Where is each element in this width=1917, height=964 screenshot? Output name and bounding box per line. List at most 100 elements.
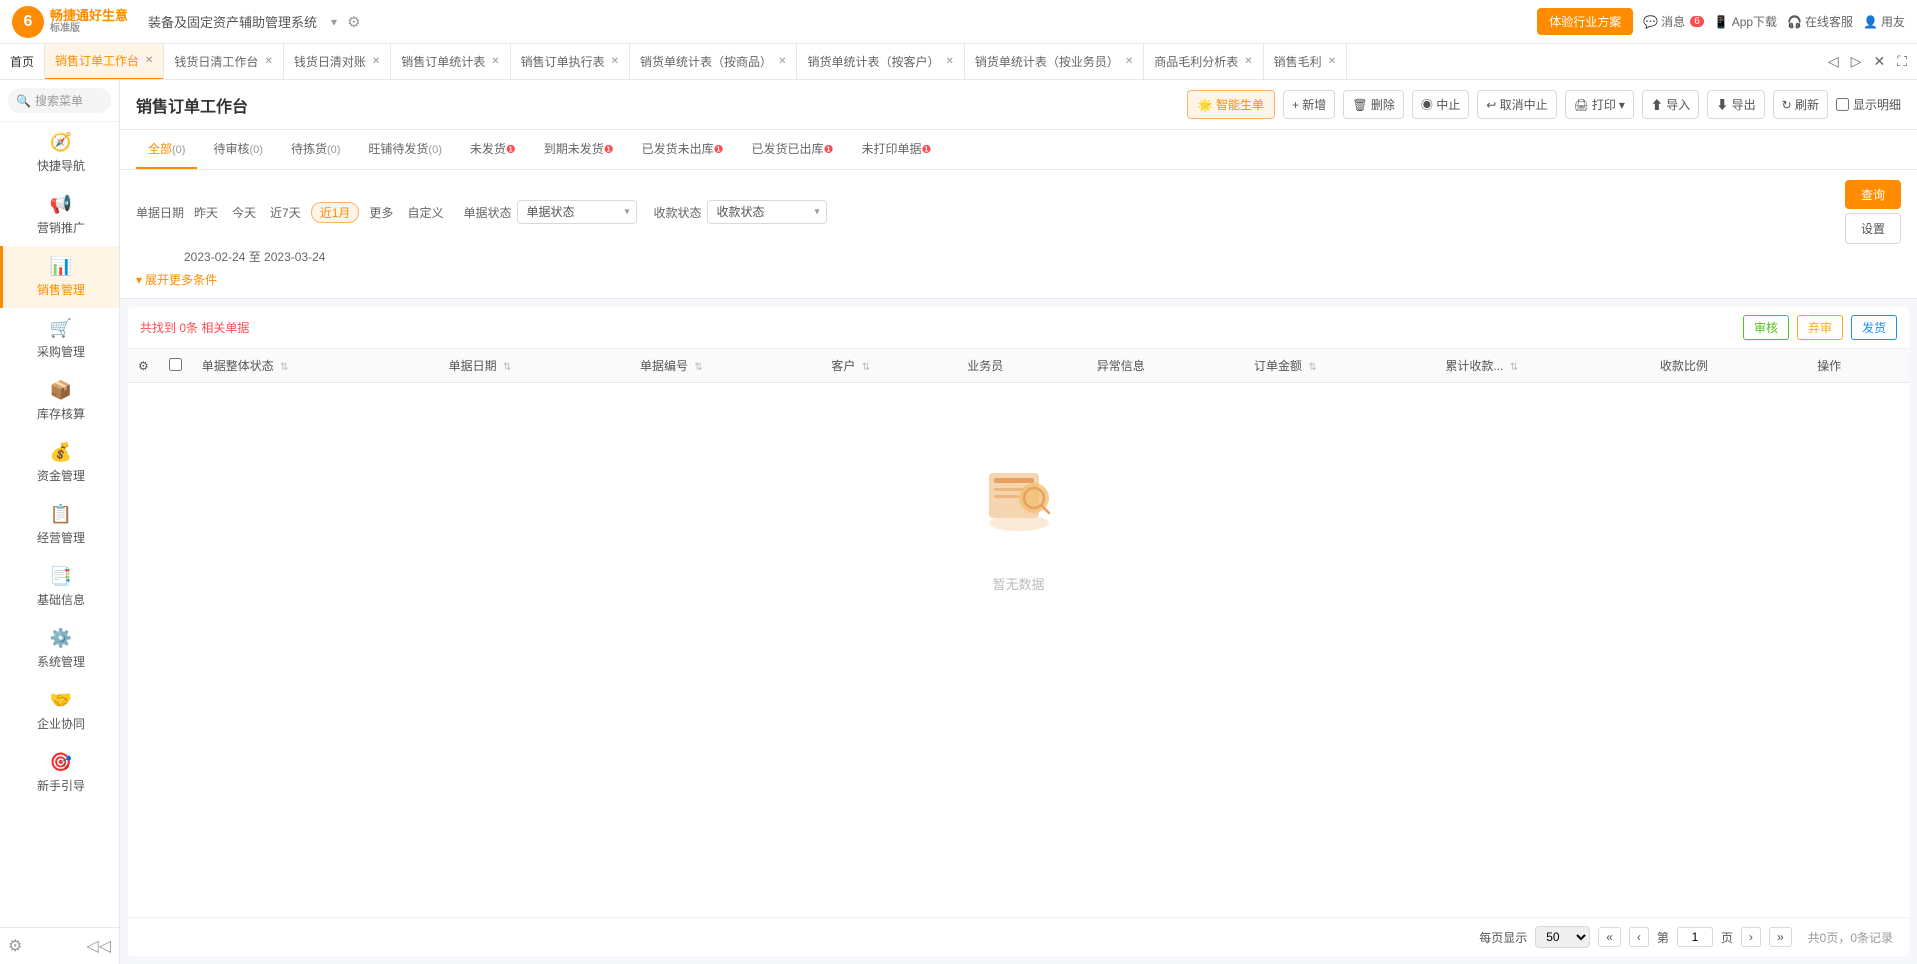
tab-close-icon[interactable]: ✕ (778, 56, 786, 67)
settings-icon[interactable]: ⚙ (347, 13, 360, 31)
tab-close-icon[interactable]: ✕ (1125, 56, 1133, 67)
settings-bottom-icon[interactable]: ⚙ (8, 936, 22, 956)
col-staff[interactable]: 业务员 (957, 349, 1087, 383)
date-btn-yesterday[interactable]: 昨天 (190, 202, 222, 223)
tab-close-icon[interactable]: ✕ (145, 55, 153, 66)
tab-close-icon[interactable]: ✕ (372, 56, 380, 67)
date-btn-today[interactable]: 今天 (228, 202, 260, 223)
search-menu-btn[interactable]: 🔍 搜索菜单 (8, 88, 111, 113)
last-page-btn[interactable]: » (1769, 927, 1792, 947)
status-select[interactable]: 单据状态 (517, 200, 637, 224)
per-page-select[interactable]: 50 10 20 100 (1535, 926, 1590, 948)
tab-close-icon[interactable]: ✕ (264, 56, 272, 67)
tab-sales-stat-customer[interactable]: 销货单统计表（按客户） ✕ (797, 44, 964, 80)
sub-tab-not-shipped[interactable]: 未发货❶ (458, 130, 528, 169)
tab-close-icon[interactable]: ✕ (945, 56, 953, 67)
tab-scroll-right[interactable]: ▷ (1847, 51, 1866, 72)
show-detail-input[interactable] (1836, 98, 1849, 111)
sidebar-item-system[interactable]: ⚙️ 系统管理 (0, 618, 119, 680)
date-btn-7days[interactable]: 近7天 (266, 202, 305, 223)
sidebar-item-purchase[interactable]: 🛒 采购管理 (0, 308, 119, 370)
delete-btn[interactable]: 🗑 删除 (1343, 90, 1404, 119)
tab-home[interactable]: 首页 (0, 44, 45, 80)
print-btn[interactable]: 🖨 打印 ▾ (1565, 90, 1634, 119)
tab-close-icon[interactable]: ✕ (1328, 56, 1336, 67)
col-overall-status[interactable]: 单据整体状态 ⇅ (192, 349, 439, 383)
sub-tab-pending-inspect[interactable]: 待拣货(0) (279, 130, 352, 169)
expand-filter-btn[interactable]: ▾ 展开更多条件 (136, 271, 1901, 288)
sidebar-item-operations[interactable]: 📋 经营管理 (0, 494, 119, 556)
sub-tab-pending-review[interactable]: 待审核(0) (201, 130, 274, 169)
date-btn-custom[interactable]: 自定义 (403, 202, 447, 223)
sidebar-item-finance[interactable]: 💰 资金管理 (0, 432, 119, 494)
online-service-action[interactable]: 🎧 在线客服 (1787, 13, 1853, 30)
settings-btn[interactable]: 设置 (1845, 213, 1901, 244)
date-btn-1month[interactable]: 近1月 (311, 202, 360, 223)
sidebar-item-corp[interactable]: 🤝 企业协同 (0, 680, 119, 742)
deliver-btn[interactable]: 发货 (1851, 315, 1897, 340)
col-amount[interactable]: 订单金额 ⇅ (1244, 349, 1435, 383)
sidebar-search-area[interactable]: 🔍 搜索菜单 (0, 80, 119, 122)
sidebar-item-marketing[interactable]: 📢 营销推广 (0, 184, 119, 246)
industry-btn[interactable]: 体验行业方案 (1537, 8, 1633, 35)
export-btn[interactable]: ⬇ 导出 (1707, 90, 1764, 119)
page-number-input[interactable] (1677, 927, 1713, 947)
tab-close-icon[interactable]: ✕ (1244, 56, 1252, 67)
unaudit-btn[interactable]: 弃审 (1797, 315, 1843, 340)
dropdown-icon[interactable]: ▾ (331, 15, 337, 29)
sidebar-item-basics[interactable]: 📑 基础信息 (0, 556, 119, 618)
add-btn[interactable]: + 新增 (1283, 90, 1335, 119)
col-collect-ratio[interactable]: 收款比例 (1650, 349, 1807, 383)
sub-tab-overdue[interactable]: 到期未发货❶ (532, 130, 626, 169)
message-action[interactable]: 💬 消息 6 (1643, 13, 1704, 30)
sidebar-item-inventory[interactable]: 📦 库存核算 (0, 370, 119, 432)
refresh-btn[interactable]: ↻ 刷新 (1773, 90, 1828, 119)
sub-tab-not-printed[interactable]: 未打印单据❶ (849, 130, 943, 169)
tab-sales-stat-product[interactable]: 销货单统计表（按商品） ✕ (630, 44, 797, 80)
col-collected[interactable]: 累计收款... ⇅ (1435, 349, 1649, 383)
sub-tab-wangpu[interactable]: 旺铺待发货(0) (356, 130, 453, 169)
col-settings[interactable]: ⚙ (128, 349, 159, 383)
collapse-sidebar-icon[interactable]: ◁◁ (86, 936, 111, 956)
sub-tab-shipped-not-out[interactable]: 已发货未出库❶ (630, 130, 736, 169)
audit-btn[interactable]: 审核 (1743, 315, 1789, 340)
tab-close-icon[interactable]: ✕ (491, 56, 499, 67)
tab-close-all-icon[interactable]: ✕ (1869, 51, 1889, 72)
sidebar-item-sales[interactable]: 📊 销售管理 (0, 246, 119, 308)
tab-cash-reconcile[interactable]: 钱货日清对账 ✕ (284, 44, 391, 80)
first-page-btn[interactable]: « (1598, 927, 1621, 947)
show-detail-checkbox[interactable]: 显示明细 (1836, 96, 1901, 113)
tab-sales-stat-staff[interactable]: 销货单统计表（按业务员） ✕ (965, 44, 1144, 80)
user-action[interactable]: 👤 用友 (1863, 13, 1905, 30)
select-all-checkbox[interactable] (169, 358, 182, 371)
sidebar-item-quick-nav[interactable]: 🧭 快捷导航 (0, 122, 119, 184)
smart-create-btn[interactable]: 🌟 智能生单 (1187, 90, 1275, 119)
cancel-stop-btn[interactable]: ↩ 取消中止 (1477, 90, 1556, 119)
sidebar-item-guide[interactable]: 🎯 新手引导 (0, 742, 119, 804)
col-customer[interactable]: 客户 ⇅ (821, 349, 957, 383)
tab-maximize-icon[interactable]: ⛶ (1893, 51, 1911, 72)
col-abnormal[interactable]: 异常信息 (1087, 349, 1244, 383)
tab-scroll-left[interactable]: ◁ (1824, 51, 1843, 72)
tab-sales-order-workbench[interactable]: 销售订单工作台 ✕ (45, 44, 164, 80)
tab-cash-daily[interactable]: 钱货日清工作台 ✕ (164, 44, 283, 80)
table-scroll[interactable]: ⚙ 单据整体状态 ⇅ 单据日期 ⇅ 单据编号 (128, 349, 1909, 917)
payment-select[interactable]: 收款状态 (707, 200, 827, 224)
tab-product-margin[interactable]: 商品毛利分析表 ✕ (1144, 44, 1263, 80)
col-date[interactable]: 单据日期 ⇅ (439, 349, 630, 383)
tab-sales-order-exec[interactable]: 销售订单执行表 ✕ (511, 44, 630, 80)
import-btn[interactable]: ⬆ 导入 (1642, 90, 1699, 119)
stop-btn[interactable]: ◉ 中止 (1412, 90, 1469, 119)
next-page-btn[interactable]: › (1741, 927, 1761, 947)
prev-page-btn[interactable]: ‹ (1629, 927, 1649, 947)
tab-close-icon[interactable]: ✕ (611, 56, 619, 67)
query-btn[interactable]: 查询 (1845, 180, 1901, 209)
col-checkbox[interactable] (159, 349, 192, 383)
app-download-action[interactable]: 📱 App下载 (1714, 13, 1777, 30)
tab-sales-order-stat[interactable]: 销售订单统计表 ✕ (391, 44, 510, 80)
col-number[interactable]: 单据编号 ⇅ (630, 349, 821, 383)
tab-sales-gross[interactable]: 销售毛利 ✕ (1264, 44, 1347, 80)
date-btn-more[interactable]: 更多 (365, 202, 397, 223)
sub-tab-shipped-out[interactable]: 已发货已出库❶ (740, 130, 846, 169)
sub-tab-all[interactable]: 全部(0) (136, 130, 197, 169)
